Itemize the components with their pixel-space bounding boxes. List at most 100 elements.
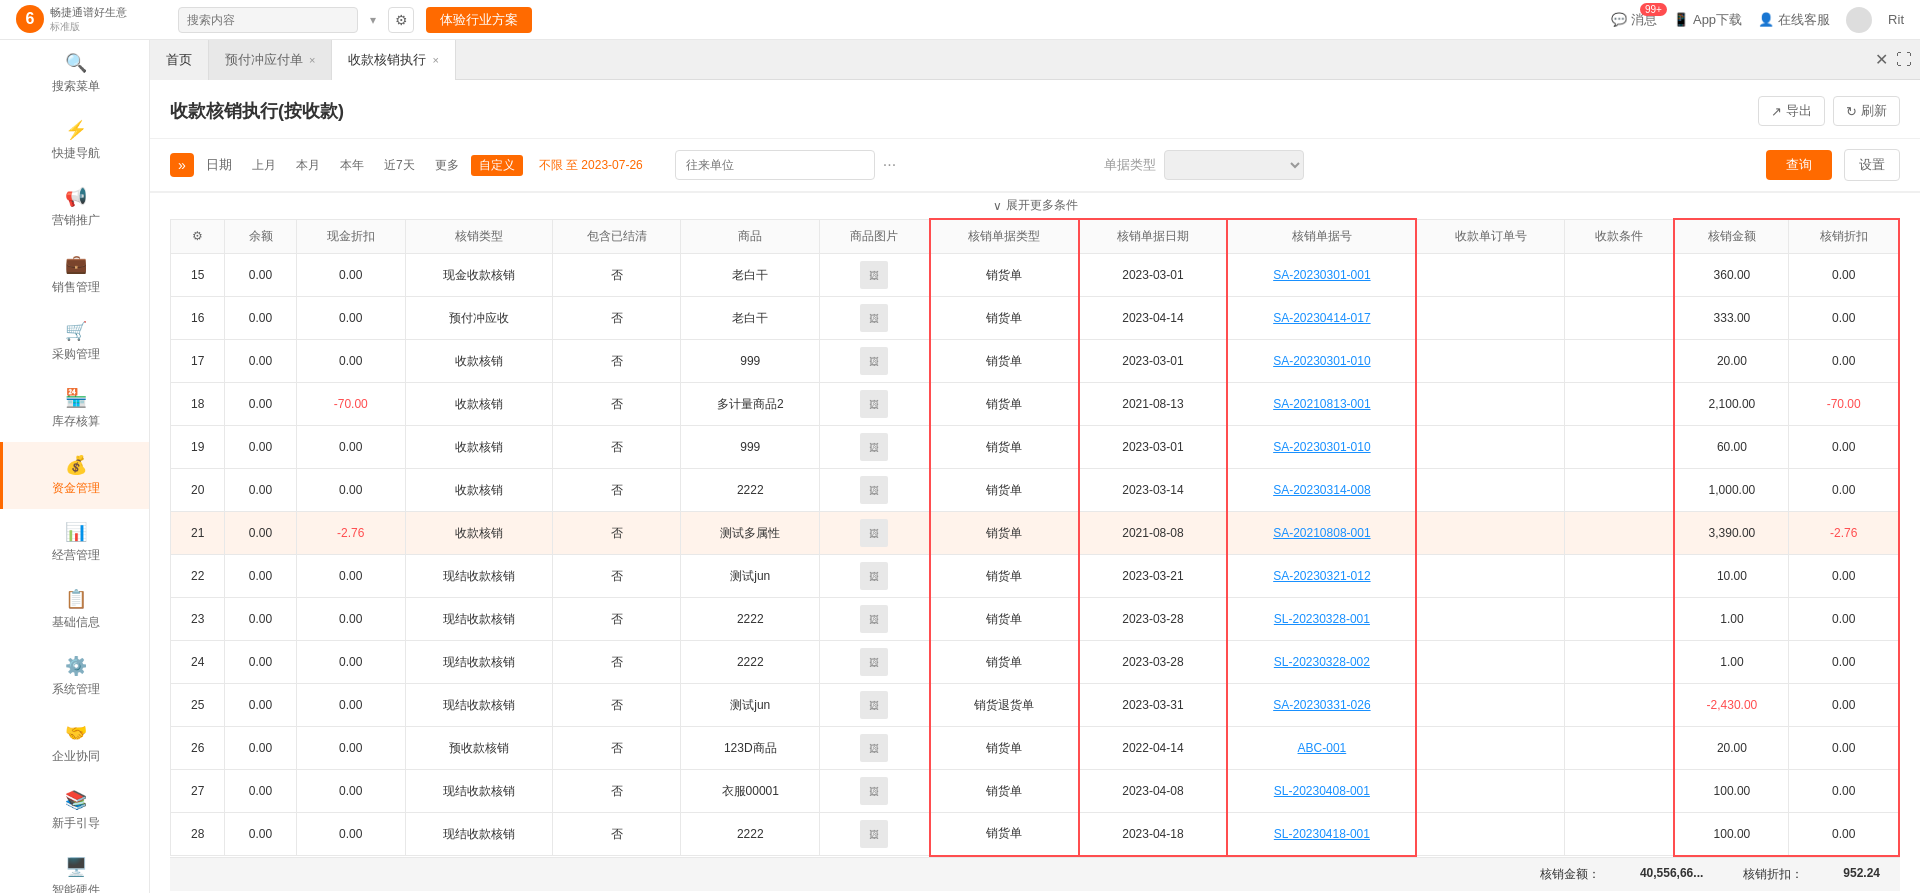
row-bill-no[interactable]: SA-20230331-026: [1227, 684, 1416, 727]
row-receipt-order: [1416, 598, 1564, 641]
sidebar-item-hardware[interactable]: 🖥️ 智能硬件: [0, 844, 149, 893]
close-tab-icon[interactable]: ✕: [1875, 50, 1888, 69]
date-7days[interactable]: 近7天: [376, 155, 423, 176]
row-receipt-order: [1416, 340, 1564, 383]
col-product: 商品: [681, 219, 820, 254]
row-bill-no[interactable]: ABC-001: [1227, 727, 1416, 770]
row-bill-no[interactable]: SA-20210808-001: [1227, 512, 1416, 555]
refresh-icon: ↻: [1846, 104, 1857, 119]
row-bill-no[interactable]: SL-20230408-001: [1227, 770, 1416, 813]
maximize-icon[interactable]: ⛶: [1896, 51, 1912, 69]
tab-prepaid-close[interactable]: ×: [309, 54, 315, 66]
settings-icon[interactable]: ⚙: [388, 7, 414, 33]
col-writeoff-type: 核销类型: [405, 219, 552, 254]
row-bill-no[interactable]: SA-20230301-010: [1227, 340, 1416, 383]
sidebar-item-operations[interactable]: 📊 经营管理: [0, 509, 149, 576]
row-bill-no[interactable]: SL-20230328-001: [1227, 598, 1416, 641]
message-button[interactable]: 💬 消息 99+: [1611, 11, 1657, 29]
table-row: 270.000.00现结收款核销否衣服00001🖼销货单2023-04-08SL…: [171, 770, 1900, 813]
date-this-month[interactable]: 本月: [288, 155, 328, 176]
tab-collection-close[interactable]: ×: [432, 54, 438, 66]
inventory-icon: 🏪: [65, 387, 87, 409]
row-bill-no[interactable]: SA-20210813-001: [1227, 383, 1416, 426]
row-bill-type: 销货单: [930, 469, 1079, 512]
sidebar-item-guide[interactable]: 📚 新手引导: [0, 777, 149, 844]
row-receipt-order: [1416, 426, 1564, 469]
table-row: 280.000.00现结收款核销否2222🖼销货单2023-04-18SL-20…: [171, 813, 1900, 856]
product-image: 🖼: [860, 605, 888, 633]
product-image: 🖼: [860, 562, 888, 590]
from-unit-input[interactable]: [675, 150, 875, 180]
tab-bar-actions: ✕ ⛶: [1875, 50, 1920, 69]
sidebar-item-enterprise[interactable]: 🤝 企业协同: [0, 710, 149, 777]
sidebar-item-shortcut[interactable]: ⚡ 快捷导航: [0, 107, 149, 174]
expand-filter-button[interactable]: »: [170, 153, 194, 177]
bill-type-select[interactable]: [1164, 150, 1304, 180]
row-writeoff-discount: 0.00: [1789, 555, 1899, 598]
expand-more-bar[interactable]: ∨ 展开更多条件: [150, 192, 1920, 218]
page-header: 收款核销执行(按收款) ↗ 导出 ↻ 刷新: [150, 80, 1920, 139]
row-bill-no[interactable]: SL-20230418-001: [1227, 813, 1416, 856]
row-bill-type: 销货单: [930, 340, 1079, 383]
sidebar-item-marketing[interactable]: 📢 营销推广: [0, 174, 149, 241]
query-button[interactable]: 查询: [1766, 150, 1832, 180]
row-bill-no[interactable]: SA-20230414-017: [1227, 297, 1416, 340]
top-right-area: 💬 消息 99+ 📱 App下载 👤 在线客服 Rit: [1611, 7, 1904, 33]
system-icon: ⚙️: [65, 655, 87, 677]
sidebar-item-search[interactable]: 🔍 搜索菜单: [0, 40, 149, 107]
row-include-settled: 否: [553, 297, 681, 340]
row-bill-date: 2021-08-13: [1079, 383, 1228, 426]
row-include-settled: 否: [553, 684, 681, 727]
sidebar-label-guide: 新手引导: [52, 815, 100, 832]
row-bill-no[interactable]: SA-20230314-008: [1227, 469, 1416, 512]
row-balance: 0.00: [225, 555, 296, 598]
sidebar-item-purchase[interactable]: 🛒 采购管理: [0, 308, 149, 375]
row-bill-no[interactable]: SL-20230328-002: [1227, 641, 1416, 684]
row-product: 测试多属性: [681, 512, 820, 555]
row-include-settled: 否: [553, 340, 681, 383]
tab-collection[interactable]: 收款核销执行 ×: [332, 40, 455, 80]
online-service-button[interactable]: 👤 在线客服: [1758, 11, 1830, 29]
product-image: 🖼: [860, 777, 888, 805]
row-include-settled: 否: [553, 254, 681, 297]
table-row: 220.000.00现结收款核销否测试jun🖼销货单2023-03-21SA-2…: [171, 555, 1900, 598]
row-product: 999: [681, 426, 820, 469]
tab-prepaid[interactable]: 预付冲应付单 ×: [209, 40, 332, 80]
row-bill-no[interactable]: SA-20230301-001: [1227, 254, 1416, 297]
sidebar-label-shortcut: 快捷导航: [52, 145, 100, 162]
sidebar-item-inventory[interactable]: 🏪 库存核算: [0, 375, 149, 442]
date-more[interactable]: 更多: [427, 155, 467, 176]
tab-home[interactable]: 首页: [150, 40, 209, 80]
row-include-settled: 否: [553, 727, 681, 770]
col-product-img: 商品图片: [820, 219, 930, 254]
table-row: 160.000.00预付冲应收否老白干🖼销货单2023-04-14SA-2023…: [171, 297, 1900, 340]
date-custom-button[interactable]: 自定义: [471, 155, 523, 176]
date-last-month[interactable]: 上月: [244, 155, 284, 176]
sidebar-item-finance[interactable]: 💰 资金管理: [0, 442, 149, 509]
refresh-button[interactable]: ↻ 刷新: [1833, 96, 1900, 126]
table-row: 230.000.00现结收款核销否2222🖼销货单2023-03-28SL-20…: [171, 598, 1900, 641]
row-bill-date: 2023-04-08: [1079, 770, 1228, 813]
row-include-settled: 否: [553, 813, 681, 856]
sidebar-item-base-info[interactable]: 📋 基础信息: [0, 576, 149, 643]
sidebar-item-sales[interactable]: 💼 销售管理: [0, 241, 149, 308]
export-button[interactable]: ↗ 导出: [1758, 96, 1825, 126]
row-bill-type: 销货单: [930, 555, 1079, 598]
row-writeoff-type: 收款核销: [405, 469, 552, 512]
row-writeoff-type: 收款核销: [405, 426, 552, 469]
col-settings[interactable]: ⚙: [171, 219, 225, 254]
app-download-button[interactable]: 📱 App下载: [1673, 11, 1742, 29]
user-name[interactable]: Rit: [1888, 12, 1904, 27]
row-bill-no[interactable]: SA-20230301-010: [1227, 426, 1416, 469]
row-writeoff-discount: 0.00: [1789, 727, 1899, 770]
row-writeoff-amount: 20.00: [1674, 727, 1788, 770]
setting-button[interactable]: 设置: [1844, 149, 1900, 181]
date-this-year[interactable]: 本年: [332, 155, 372, 176]
avatar[interactable]: [1846, 7, 1872, 33]
industry-button[interactable]: 体验行业方案: [426, 7, 532, 33]
dropdown-arrow-icon[interactable]: ▾: [370, 13, 376, 27]
sidebar-label-operations: 经营管理: [52, 547, 100, 564]
row-bill-no[interactable]: SA-20230321-012: [1227, 555, 1416, 598]
search-input[interactable]: [178, 7, 358, 33]
sidebar-item-system[interactable]: ⚙️ 系统管理: [0, 643, 149, 710]
